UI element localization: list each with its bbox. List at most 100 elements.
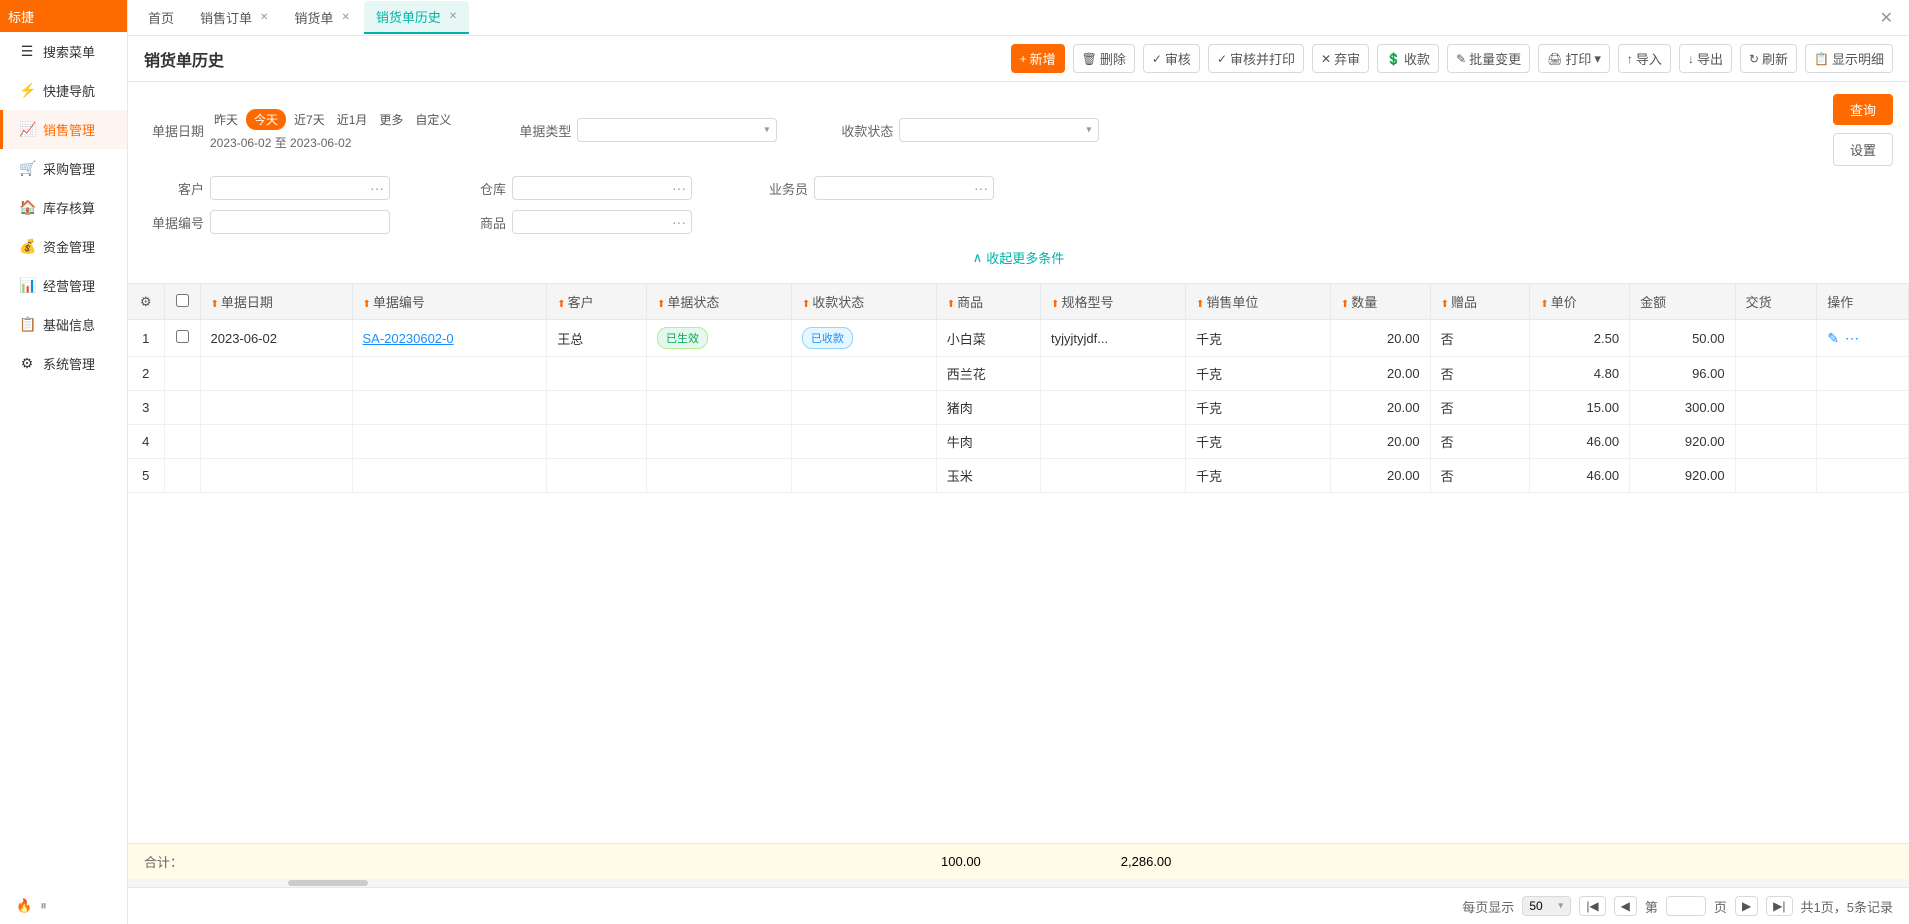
quick-btn-more[interactable]: 更多	[375, 109, 407, 130]
first-page-btn[interactable]: |◀	[1579, 896, 1605, 916]
cell-goods: 小白菜	[936, 320, 1040, 357]
th-gift[interactable]: ⬆赠品	[1430, 284, 1530, 320]
query-button[interactable]: 查询	[1833, 94, 1893, 125]
sidebar-item-sales-mgmt[interactable]: 📈 销售管理	[0, 110, 127, 149]
cell-price: 46.00	[1530, 459, 1630, 493]
doc-type-select[interactable]	[577, 118, 777, 142]
warehouse-input[interactable]	[512, 176, 692, 200]
doc-type-label: 单据类型	[511, 121, 571, 140]
import-button[interactable]: ↑ 导入	[1618, 44, 1671, 73]
th-settings[interactable]: ⚙	[128, 284, 164, 320]
refresh-button[interactable]: ↻ 刷新	[1740, 44, 1797, 73]
tab-sales-order[interactable]: 销售订单 ✕	[188, 2, 280, 33]
col-spec: 规格型号	[1061, 295, 1113, 310]
tab-sales-goods[interactable]: 销货单 ✕	[282, 2, 361, 33]
tab-sales-history[interactable]: 销货单历史 ✕	[364, 1, 469, 34]
sidebar-item-inventory[interactable]: 🏠 库存核算	[0, 188, 127, 227]
collapse-button[interactable]: ∧ 收起更多条件	[144, 244, 1893, 271]
sidebar-fire-icon[interactable]: 🔥	[16, 898, 32, 914]
more-action-btn[interactable]: ⋯	[1845, 330, 1859, 347]
th-customer[interactable]: ⬆客户	[547, 284, 647, 320]
quick-btn-custom[interactable]: 自定义	[411, 109, 455, 130]
new-button[interactable]: + 新增	[1011, 44, 1065, 73]
batch-change-button[interactable]: ✎ 批量变更	[1447, 44, 1530, 73]
th-spec[interactable]: ⬆规格型号	[1041, 284, 1186, 320]
warehouse-ellipsis-icon[interactable]: ···	[672, 180, 686, 196]
edit-action-btn[interactable]: ✎	[1827, 330, 1839, 347]
receive-button[interactable]: 💲 收款	[1377, 44, 1439, 73]
customer-input[interactable]	[210, 176, 390, 200]
table-settings-icon[interactable]: ⚙	[140, 294, 152, 309]
delete-button[interactable]: 🗑 删除	[1073, 44, 1135, 73]
cell-checkbox[interactable]	[164, 425, 200, 459]
th-doc-no[interactable]: ⬆单据编号	[352, 284, 547, 320]
cell-checkbox[interactable]	[164, 391, 200, 425]
tab-sales-order-close[interactable]: ✕	[260, 12, 268, 23]
action-buttons: ✎⋯	[1827, 330, 1898, 347]
last-page-btn[interactable]: ▶|	[1766, 896, 1792, 916]
payment-status-select-wrapper	[899, 118, 1099, 142]
goods-input[interactable]	[512, 210, 692, 234]
cell-checkbox[interactable]	[164, 320, 200, 357]
sidebar-item-finance[interactable]: 💰 资金管理	[0, 227, 127, 266]
salesperson-input[interactable]	[814, 176, 994, 200]
page-number-input[interactable]: 1	[1666, 896, 1706, 916]
quick-btn-7days[interactable]: 近7天	[290, 109, 329, 130]
sidebar-item-purchase-mgmt[interactable]: 🛒 采购管理	[0, 149, 127, 188]
export-button[interactable]: ↓ 导出	[1679, 44, 1732, 73]
per-page-select[interactable]: 20 50 100 200	[1522, 896, 1571, 916]
cell-checkbox[interactable]	[164, 357, 200, 391]
tab-sales-goods-close[interactable]: ✕	[341, 12, 349, 23]
sidebar-item-quick-nav[interactable]: ⚡ 快捷导航	[0, 71, 127, 110]
payment-status-select[interactable]	[899, 118, 1099, 142]
scrollbar-thumb[interactable]	[288, 880, 368, 886]
tab-bar-close[interactable]: ✕	[1872, 8, 1901, 28]
table-body: 12023-06-02SA-20230602-0王总已生效已收款小白菜tyjyj…	[128, 320, 1909, 493]
doc-no-link[interactable]: SA-20230602-0	[363, 331, 454, 346]
setting-button[interactable]: 设置	[1833, 133, 1893, 166]
date-label: 单据日期	[144, 121, 204, 140]
sort-icon-docno: ⬆	[363, 299, 371, 310]
cell-doc-no: SA-20230602-0	[352, 320, 547, 357]
sidebar-pause-icon[interactable]: ⏸	[40, 898, 47, 914]
tab-home[interactable]: 首页	[136, 2, 186, 33]
sidebar-item-basic-info[interactable]: 📋 基础信息	[0, 305, 127, 344]
salesperson-ellipsis-icon[interactable]: ···	[974, 180, 988, 196]
cell-goods: 玉米	[936, 459, 1040, 493]
collapse-label: 收起更多条件	[986, 248, 1064, 267]
quick-btn-1month[interactable]: 近1月	[333, 109, 372, 130]
quick-btn-yesterday[interactable]: 昨天	[210, 109, 242, 130]
cell-spec	[1041, 425, 1186, 459]
th-qty[interactable]: ⬆数量	[1330, 284, 1430, 320]
th-checkbox[interactable]	[164, 284, 200, 320]
abandon-button[interactable]: ✕ 弃审	[1312, 44, 1369, 73]
select-all-checkbox[interactable]	[176, 294, 189, 307]
sidebar-item-sys-mgmt[interactable]: ⚙ 系统管理	[0, 344, 127, 383]
docno-input[interactable]	[210, 210, 390, 234]
audit-button[interactable]: ✓ 审核	[1143, 44, 1200, 73]
quick-btn-today[interactable]: 今天	[246, 109, 286, 130]
sidebar-item-operations[interactable]: 📊 经营管理	[0, 266, 127, 305]
th-doc-status[interactable]: ⬆单据状态	[646, 284, 791, 320]
sidebar-item-search-menu[interactable]: ☰ 搜索菜单	[0, 32, 127, 71]
th-goods[interactable]: ⬆商品	[936, 284, 1040, 320]
cell-customer	[547, 357, 647, 391]
goods-ellipsis-icon[interactable]: ···	[672, 214, 686, 230]
cell-spec	[1041, 459, 1186, 493]
th-unit[interactable]: ⬆销售单位	[1185, 284, 1330, 320]
show-detail-button[interactable]: 📋 显示明细	[1805, 44, 1893, 73]
th-price[interactable]: ⬆单价	[1530, 284, 1630, 320]
th-payment-status[interactable]: ⬆收款状态	[791, 284, 936, 320]
tab-sales-history-close[interactable]: ✕	[449, 11, 457, 22]
audit-print-button[interactable]: ✓ 审核并打印	[1208, 44, 1304, 73]
next-page-btn[interactable]: ▶	[1735, 896, 1758, 916]
docno-filter: 单据编号	[144, 210, 390, 234]
cell-no: 2	[128, 357, 164, 391]
customer-ellipsis-icon[interactable]: ···	[370, 180, 384, 196]
cell-checkbox[interactable]	[164, 459, 200, 493]
th-date[interactable]: ⬆单据日期	[200, 284, 352, 320]
horizontal-scrollbar[interactable]	[128, 879, 1909, 887]
print-button[interactable]: 🖨 打印 ▾	[1538, 44, 1610, 73]
prev-page-btn[interactable]: ◀	[1614, 896, 1637, 916]
row-checkbox[interactable]	[176, 330, 189, 343]
